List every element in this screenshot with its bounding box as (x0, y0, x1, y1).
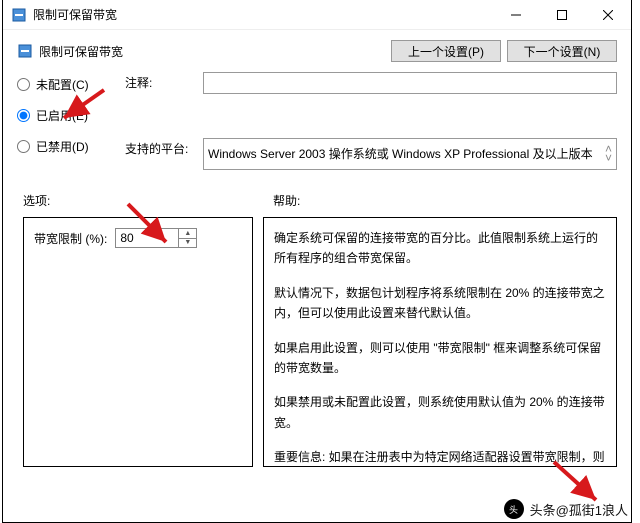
config-area: 未配置(C) 已启用(E) 已禁用(D) 注释: 支持的平台: (3, 68, 631, 176)
watermark-avatar-icon: 头 (504, 499, 524, 519)
maximize-button[interactable] (539, 0, 585, 30)
platform-label: 支持的平台: (125, 138, 203, 157)
close-button[interactable] (585, 0, 631, 30)
help-panel: 确定系统可保留的连接带宽的百分比。此值限制系统上运行的所有程序的组合带宽保留。 … (263, 217, 617, 467)
platform-scroll-arrows[interactable]: ˄˅ (601, 145, 612, 163)
state-radios: 未配置(C) 已启用(E) 已禁用(D) (17, 76, 117, 155)
help-p5: 重要信息: 如果在注册表中为特定网络适配器设置带宽限制，则配置该网络适配器时就会… (274, 447, 606, 467)
platform-value: Windows Server 2003 操作系统或 Windows XP Pro… (208, 145, 593, 162)
window-title: 限制可保留带宽 (33, 6, 493, 23)
radio-enabled-label: 已启用(E) (36, 107, 88, 124)
dialog-subtitle: 限制可保留带宽 (39, 43, 123, 60)
help-header: 帮助: (273, 192, 617, 209)
next-setting-button[interactable]: 下一个设置(N) (507, 40, 617, 62)
radio-enabled-input[interactable] (17, 109, 30, 122)
radio-disabled-input[interactable] (17, 140, 30, 153)
help-p3: 如果启用此设置，则可以使用 "带宽限制" 框来调整系统可保留的带宽数量。 (274, 338, 606, 379)
help-p2: 默认情况下，数据包计划程序将系统限制在 20% 的连接带宽之内，但可以使用此设置… (274, 283, 606, 324)
radio-enabled[interactable]: 已启用(E) (17, 107, 117, 124)
radio-not-configured[interactable]: 未配置(C) (17, 76, 117, 93)
comment-label: 注释: (125, 72, 203, 91)
header-row: 限制可保留带宽 上一个设置(P) 下一个设置(N) (3, 30, 631, 68)
help-p1: 确定系统可保留的连接带宽的百分比。此值限制系统上运行的所有程序的组合带宽保留。 (274, 228, 606, 269)
bandwidth-limit-label: 带宽限制 (%): (34, 230, 107, 247)
watermark: 头 头条@孤街1浪人 (500, 497, 632, 521)
watermark-text: 头条@孤街1浪人 (530, 500, 628, 519)
bandwidth-limit-input[interactable] (116, 229, 178, 247)
previous-setting-button[interactable]: 上一个设置(P) (391, 40, 501, 62)
titlebar: 限制可保留带宽 (3, 0, 631, 30)
radio-not-configured-input[interactable] (17, 78, 30, 91)
radio-not-configured-label: 未配置(C) (36, 76, 89, 93)
spinner-up[interactable]: ▲ (179, 229, 196, 239)
platform-textbox[interactable]: Windows Server 2003 操作系统或 Windows XP Pro… (203, 138, 617, 170)
app-icon (11, 7, 27, 23)
options-panel: 带宽限制 (%): ▲ ▼ (23, 217, 253, 467)
dialog-window: 限制可保留带宽 限制可保留带宽 上一个设置(P) 下一个设置(N) (2, 0, 632, 523)
minimize-button[interactable] (493, 0, 539, 30)
options-header: 选项: (23, 192, 273, 209)
help-p4: 如果禁用或未配置此设置，则系统使用默认值为 20% 的连接带宽。 (274, 392, 606, 433)
bandwidth-limit-spinner[interactable]: ▲ ▼ (115, 228, 197, 248)
window-controls (493, 0, 631, 30)
spinner-down[interactable]: ▼ (179, 239, 196, 248)
radio-disabled[interactable]: 已禁用(D) (17, 138, 117, 155)
sections: 选项: 帮助: (3, 176, 631, 213)
comment-textbox[interactable] (203, 72, 617, 94)
policy-icon (17, 43, 33, 59)
panels: 带宽限制 (%): ▲ ▼ 确定系统可保留的连接带宽的百分比。此值限制系统上运行… (3, 213, 631, 467)
radio-disabled-label: 已禁用(D) (36, 138, 89, 155)
